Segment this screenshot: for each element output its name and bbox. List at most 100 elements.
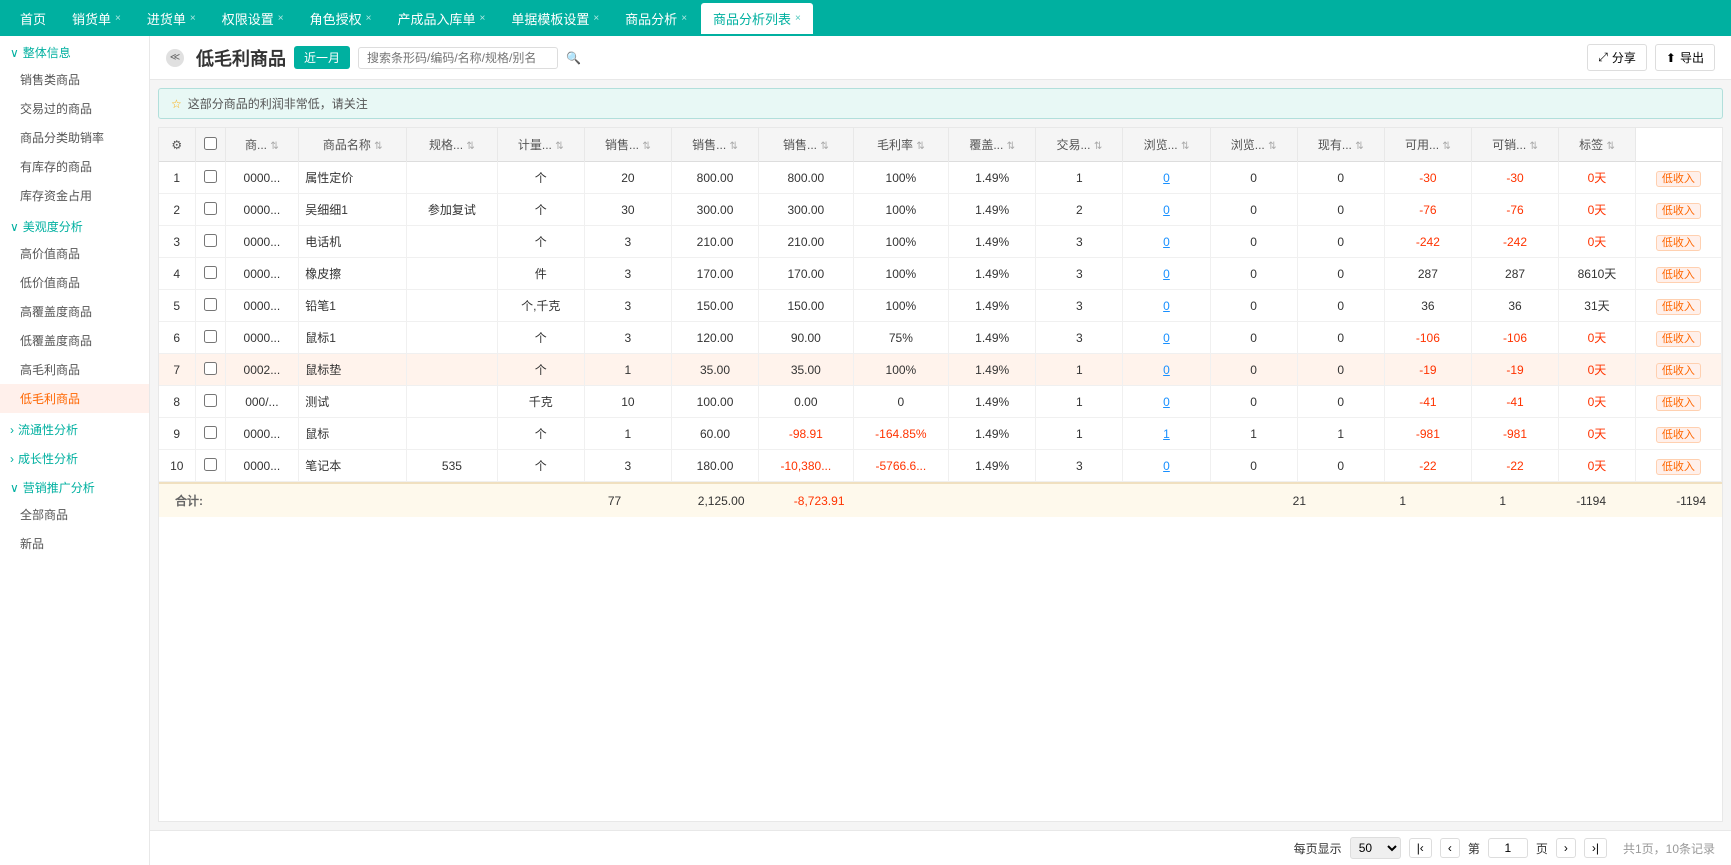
sidebar-item-low-coverage[interactable]: 低覆盖度商品	[0, 326, 149, 355]
sidebar-item-category-rate[interactable]: 商品分类助销率	[0, 123, 149, 152]
col-tx[interactable]: 交易... ⇅	[1036, 128, 1123, 162]
row-code: 0000...	[225, 226, 299, 258]
last-page-btn[interactable]: ›|	[1584, 838, 1607, 858]
row-tx[interactable]: 0	[1123, 162, 1210, 194]
sidebar-item-traded-goods[interactable]: 交易过的商品	[0, 94, 149, 123]
row-tx[interactable]: 0	[1123, 322, 1210, 354]
nav-product-entry[interactable]: 产成品入库单 ×	[385, 3, 497, 34]
col-qty[interactable]: 销售... ⇅	[584, 128, 671, 162]
col-price[interactable]: 销售... ⇅	[671, 128, 758, 162]
top-nav: 首页 销货单 × 进货单 × 权限设置 × 角色授权 × 产成品入库单 × 单据…	[0, 0, 1731, 36]
nav-purchase[interactable]: 进货单 ×	[135, 3, 208, 34]
nav-template[interactable]: 单据模板设置 ×	[499, 3, 611, 34]
row-checkbox[interactable]	[204, 266, 217, 279]
row-checkbox[interactable]	[204, 458, 217, 471]
sidebar-item-stock-goods[interactable]: 有库存的商品	[0, 152, 149, 181]
col-gross-rate[interactable]: 毛利率 ⇅	[853, 128, 949, 162]
col-tag[interactable]: 标签 ⇅	[1559, 128, 1636, 162]
next-page-btn[interactable]: ›	[1556, 838, 1576, 858]
sidebar-item-new-goods[interactable]: 新品	[0, 529, 149, 558]
col-amount[interactable]: 销售... ⇅	[759, 128, 854, 162]
sidebar-item-high-coverage[interactable]: 高覆盖度商品	[0, 297, 149, 326]
search-input[interactable]	[358, 47, 558, 69]
row-check	[195, 450, 225, 482]
sidebar-item-low-profit[interactable]: 低毛利商品	[0, 384, 149, 413]
nav-goods-analysis[interactable]: 商品分析 ×	[613, 3, 699, 34]
row-tx[interactable]: 0	[1123, 194, 1210, 226]
sidebar-item-sales-goods[interactable]: 销售类商品	[0, 65, 149, 94]
table-body: 1 0000... 属性定价 个 20 800.00 800.00 100% 1…	[159, 162, 1722, 482]
row-avail: -30	[1471, 162, 1558, 194]
sidebar-collapse-btn[interactable]: ≪	[166, 49, 184, 67]
sidebar-group-growth[interactable]: › 成长性分析	[0, 442, 149, 471]
row-checkbox[interactable]	[204, 298, 217, 311]
row-checkbox[interactable]	[204, 394, 217, 407]
row-tx[interactable]: 0	[1123, 354, 1210, 386]
sidebar-group-beauty[interactable]: ∨ 美观度分析	[0, 210, 149, 239]
col-code[interactable]: 商... ⇅	[225, 128, 299, 162]
row-checkbox[interactable]	[204, 330, 217, 343]
select-all-checkbox[interactable]	[204, 137, 217, 150]
row-tx[interactable]: 0	[1123, 226, 1210, 258]
col-avail[interactable]: 可用... ⇅	[1384, 128, 1471, 162]
row-view2: 0	[1297, 226, 1384, 258]
col-spec[interactable]: 规格... ⇅	[407, 128, 498, 162]
page-size-select[interactable]: 50 100 200	[1350, 837, 1401, 859]
export-btn[interactable]: ⬆ 导出	[1655, 44, 1715, 71]
sidebar-item-stock-fund[interactable]: 库存资金占用	[0, 181, 149, 210]
row-tx[interactable]: 0	[1123, 386, 1210, 418]
table-row: 4 0000... 橡皮擦 件 3 170.00 170.00 100% 1.4…	[159, 258, 1722, 290]
footer-stock: -1194	[1526, 494, 1606, 508]
nav-role[interactable]: 角色授权 ×	[298, 3, 384, 34]
row-tag: 低收入	[1635, 418, 1721, 450]
row-spec	[407, 258, 498, 290]
col-coverage[interactable]: 覆盖... ⇅	[949, 128, 1036, 162]
col-stock[interactable]: 现有... ⇅	[1297, 128, 1384, 162]
row-price: 60.00	[671, 418, 758, 450]
row-amount: 800.00	[759, 162, 854, 194]
col-view1[interactable]: 浏览... ⇅	[1123, 128, 1210, 162]
share-btn[interactable]: ⤢ 分享	[1587, 44, 1647, 71]
sidebar-group-overall[interactable]: ∨ 整体信息	[0, 36, 149, 65]
sidebar-item-high-value[interactable]: 高价值商品	[0, 239, 149, 268]
row-checkbox[interactable]	[204, 202, 217, 215]
page-size-label: 每页显示	[1294, 840, 1342, 857]
nav-permission[interactable]: 权限设置 ×	[210, 3, 296, 34]
nav-sales[interactable]: 销货单 ×	[60, 3, 133, 34]
nav-home[interactable]: 首页	[8, 3, 58, 34]
chevron-down-icon: ∨	[10, 220, 19, 234]
col-name[interactable]: 商品名称 ⇅	[299, 128, 407, 162]
date-filter-btn[interactable]: 近一月	[294, 46, 350, 69]
row-tx[interactable]: 1	[1123, 418, 1210, 450]
row-checkbox[interactable]	[204, 170, 217, 183]
row-tx[interactable]: 0	[1123, 258, 1210, 290]
sidebar-group-marketing[interactable]: ∨ 营销推广分析	[0, 471, 149, 500]
row-amount: -98.91	[759, 418, 854, 450]
page-input[interactable]	[1488, 838, 1528, 858]
col-salable[interactable]: 可销... ⇅	[1471, 128, 1558, 162]
table-row: 7 0002... 鼠标垫 个 1 35.00 35.00 100% 1.49%…	[159, 354, 1722, 386]
row-checkbox[interactable]	[204, 362, 217, 375]
row-checkbox[interactable]	[204, 234, 217, 247]
col-view2[interactable]: 浏览... ⇅	[1210, 128, 1297, 162]
row-code: 000/...	[225, 386, 299, 418]
row-view2: 0	[1297, 162, 1384, 194]
first-page-btn[interactable]: |‹	[1409, 838, 1432, 858]
col-settings[interactable]: ⚙	[159, 128, 195, 162]
sidebar-item-low-value[interactable]: 低价值商品	[0, 268, 149, 297]
prev-page-btn[interactable]: ‹	[1440, 838, 1460, 858]
row-view2: 0	[1297, 290, 1384, 322]
row-checkbox[interactable]	[204, 426, 217, 439]
settings-icon: ⚙	[171, 138, 182, 152]
row-tag: 低收入	[1635, 450, 1721, 482]
sidebar-group-circulation[interactable]: › 流通性分析	[0, 413, 149, 442]
row-price: 150.00	[671, 290, 758, 322]
row-tx[interactable]: 0	[1123, 290, 1210, 322]
col-unit[interactable]: 计量... ⇅	[497, 128, 584, 162]
sidebar-item-all-goods[interactable]: 全部商品	[0, 500, 149, 529]
nav-goods-analysis-list[interactable]: 商品分析列表 ×	[701, 3, 813, 34]
row-tx[interactable]: 0	[1123, 450, 1210, 482]
search-icon[interactable]: 🔍	[566, 51, 581, 65]
sidebar-item-high-profit[interactable]: 高毛利商品	[0, 355, 149, 384]
row-unit: 个	[497, 450, 584, 482]
